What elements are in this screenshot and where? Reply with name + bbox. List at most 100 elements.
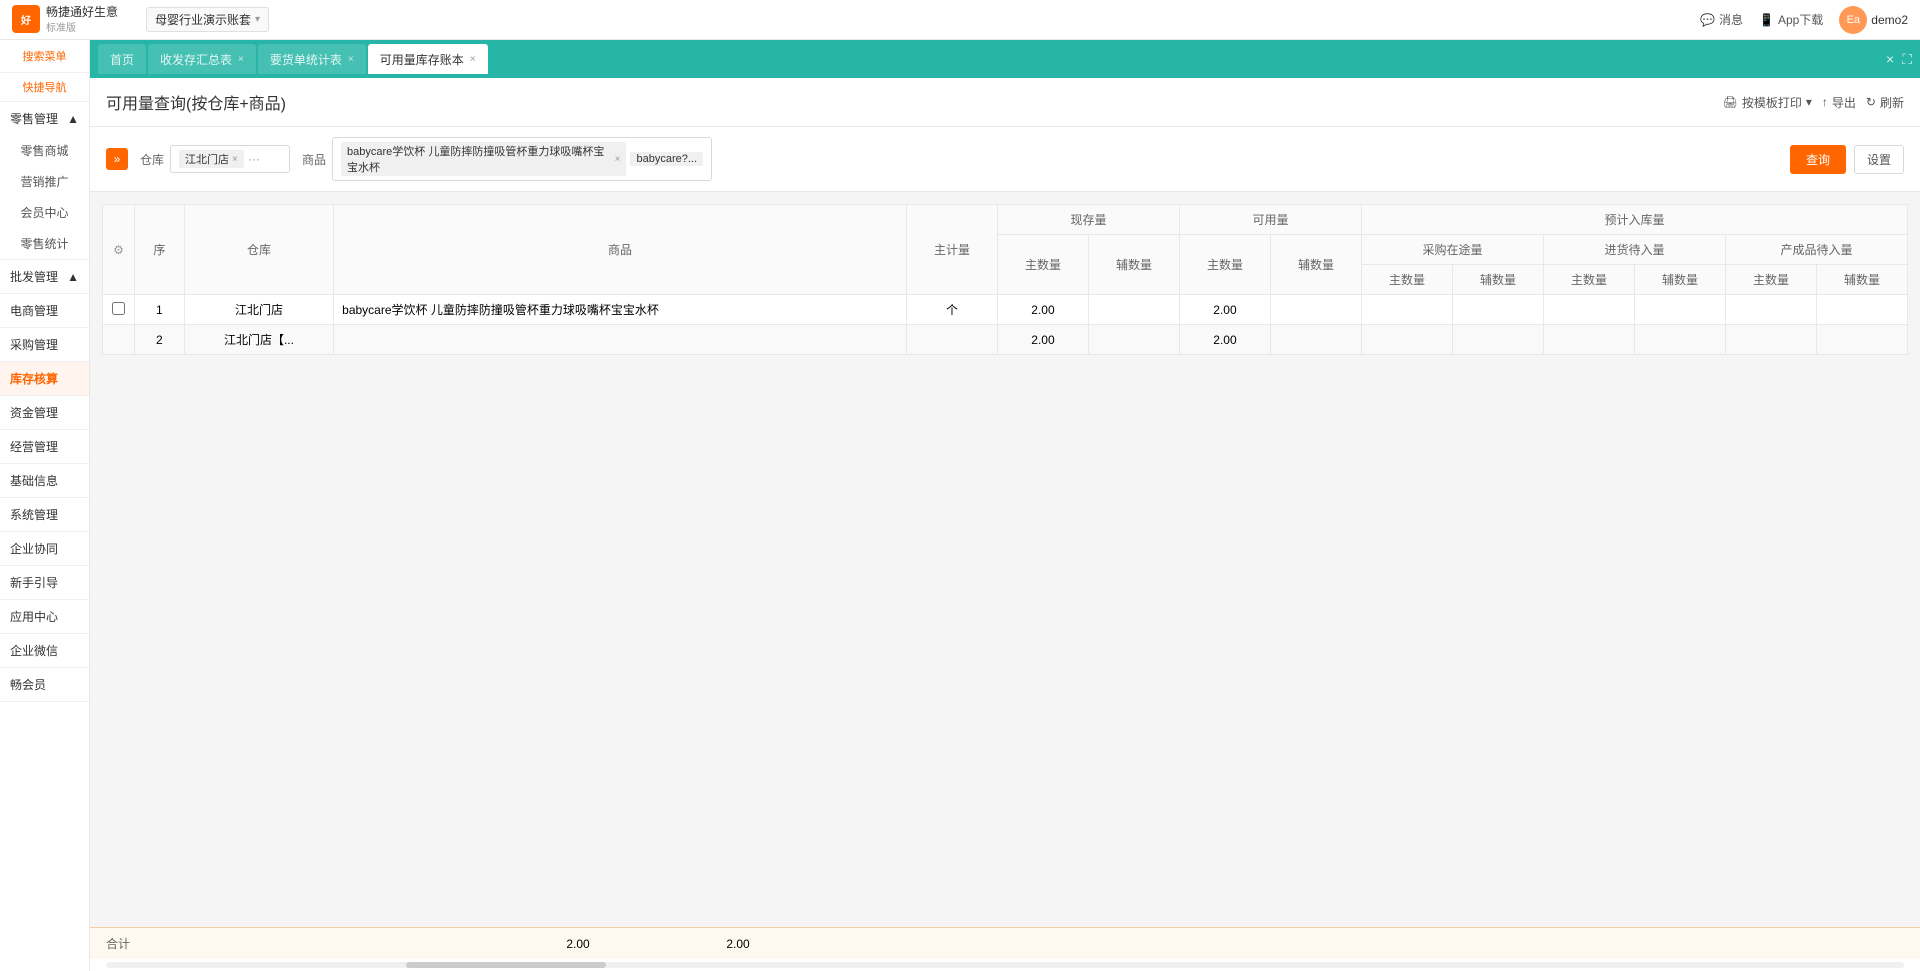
row1-unit: 个 — [906, 295, 997, 325]
sidebar-group-label-retail: 零售管理 — [10, 110, 58, 127]
sidebar-group-header-wechat[interactable]: 企业微信 — [0, 634, 89, 667]
sidebar-group-label-guide: 新手引导 — [10, 574, 58, 591]
print-label: 按模板打印 — [1742, 94, 1802, 111]
export-button[interactable]: ↑ 导出 — [1822, 94, 1856, 111]
column-settings-icon[interactable]: ⚙ — [113, 243, 124, 257]
sidebar-group-header-appstore[interactable]: 应用中心 — [0, 600, 89, 633]
sidebar-group-header-ecommerce[interactable]: 电商管理 — [0, 294, 89, 327]
tab-order-summary-close[interactable]: × — [348, 54, 354, 65]
refresh-button[interactable]: ↻ 刷新 — [1866, 94, 1904, 111]
row1-inbound-main — [1543, 295, 1634, 325]
message-label: 消息 — [1719, 11, 1743, 28]
sidebar-group-appstore: 应用中心 — [0, 600, 89, 634]
sidebar-group-header-wholesale[interactable]: 批发管理 ▲ — [0, 260, 89, 293]
th-stock-main: 主数量 — [997, 235, 1088, 295]
row2-avail-main: 2.00 — [1179, 325, 1270, 355]
sidebar-group-label-finance: 资金管理 — [10, 404, 58, 421]
tab-fullscreen-button[interactable]: ⛶ — [1902, 51, 1912, 68]
row1-finished-aux — [1816, 295, 1907, 325]
page-header: 可用量查询(按仓库+商品) 🖨 按模板打印 ▾ ↑ 导出 ↻ 刷新 — [90, 78, 1920, 127]
sidebar-group-header-finance[interactable]: 资金管理 — [0, 396, 89, 429]
product-tag-1-remove[interactable]: × — [615, 154, 621, 165]
sidebar-item-online-store[interactable]: 零售商城 — [0, 135, 89, 166]
app-download-button[interactable]: 📱 App下载 — [1759, 11, 1823, 28]
th-available: 可用量 — [1179, 205, 1361, 235]
tab-bar: 首页 收发存汇总表 × 要货单统计表 × 可用量库存账本 × × ⛶ — [90, 40, 1920, 78]
sidebar-group-header-basics[interactable]: 基础信息 — [0, 464, 89, 497]
tab-order-summary[interactable]: 要货单统计表 × — [258, 44, 366, 74]
sidebar-group-header-collaboration[interactable]: 企业协同 — [0, 532, 89, 565]
sidebar-group-wechat: 企业微信 — [0, 634, 89, 668]
sidebar-group-label-vip: 畅会员 — [10, 676, 46, 693]
sidebar-group-header-retail[interactable]: 零售管理 ▲ — [0, 102, 89, 135]
tenant-selector[interactable]: 母婴行业演示账套 ▾ — [146, 7, 269, 32]
user-profile[interactable]: Ea demo2 — [1839, 6, 1908, 34]
sidebar-group-header-vip[interactable]: 畅会员 — [0, 668, 89, 701]
filter-actions: 查询 设置 — [1790, 145, 1904, 174]
row1-no: 1 — [135, 295, 185, 325]
tab-income-summary-label: 收发存汇总表 — [160, 51, 232, 68]
sidebar-group-header-system[interactable]: 系统管理 — [0, 498, 89, 531]
row2-avail-aux — [1270, 325, 1361, 355]
sidebar-group-retail: 零售管理 ▲ 零售商城 营销推广 会员中心 零售统计 — [0, 102, 89, 260]
th-inbound-pending: 进货待入量 — [1543, 235, 1725, 265]
sidebar-group-finance: 资金管理 — [0, 396, 89, 430]
logo-text: 畅捷通好生意 — [46, 5, 118, 19]
sidebar-item-members[interactable]: 会员中心 — [0, 197, 89, 228]
warehouse-input[interactable]: 江北门店 × ··· — [170, 145, 290, 173]
row1-check[interactable] — [112, 302, 125, 315]
warehouse-more-icon[interactable]: ··· — [248, 152, 260, 166]
warehouse-filter-label: 仓库 — [140, 151, 164, 168]
tab-order-summary-label: 要货单统计表 — [270, 51, 342, 68]
row2-finished-main — [1725, 325, 1816, 355]
tab-home[interactable]: 首页 — [98, 44, 146, 74]
footer-avail-main: 2.00 — [698, 937, 778, 951]
logo: 好 畅捷通好生意 标准版 — [12, 5, 118, 34]
tab-available-stock-close[interactable]: × — [470, 54, 476, 65]
product-filter: 商品 babycare学饮杯 儿童防摔防撞吸管杯重力球吸嘴杯宝宝水杯 × bab… — [302, 137, 712, 181]
sidebar-group-header-guide[interactable]: 新手引导 — [0, 566, 89, 599]
warehouse-tag-value: 江北门店 — [185, 151, 229, 167]
print-button[interactable]: 🖨 按模板打印 ▾ — [1723, 94, 1812, 111]
tab-available-stock-label: 可用量库存账本 — [380, 51, 464, 68]
th-settings[interactable]: ⚙ — [103, 205, 135, 295]
tab-close-all-button[interactable]: × — [1886, 51, 1894, 67]
sidebar-group-purchase: 采购管理 — [0, 328, 89, 362]
th-stock-aux: 辅数量 — [1088, 235, 1179, 295]
table-row: 1 江北门店 babycare学饮杯 儿童防摔防撞吸管杯重力球吸嘴杯宝宝水杯 个… — [103, 295, 1908, 325]
tab-available-stock[interactable]: 可用量库存账本 × — [368, 44, 488, 74]
footer-stock-main: 2.00 — [538, 937, 618, 951]
tab-income-summary-close[interactable]: × — [238, 54, 244, 65]
th-planned-in: 预计入库量 — [1361, 205, 1907, 235]
sidebar-item-marketing[interactable]: 营销推广 — [0, 166, 89, 197]
scrollbar-thumb[interactable] — [406, 962, 606, 968]
settings-button[interactable]: 设置 — [1854, 145, 1904, 174]
sidebar-group-header-operations[interactable]: 经营管理 — [0, 430, 89, 463]
sidebar-quick-nav[interactable]: 快捷导航 — [0, 73, 89, 102]
export-label: 导出 — [1832, 94, 1856, 111]
chevron-down-icon: ▾ — [255, 14, 260, 25]
sidebar-group-header-inventory[interactable]: 库存核算 — [0, 362, 89, 395]
sidebar-group-vip: 畅会员 — [0, 668, 89, 702]
warehouse-tag: 江北门店 × — [179, 150, 244, 168]
sidebar-group-header-purchase[interactable]: 采购管理 — [0, 328, 89, 361]
th-current-stock: 现存量 — [997, 205, 1179, 235]
warehouse-tag-remove[interactable]: × — [232, 154, 238, 165]
sidebar-item-retail-stats[interactable]: 零售统计 — [0, 228, 89, 259]
th-warehouse: 仓库 — [184, 205, 333, 295]
sidebar-group-label-basics: 基础信息 — [10, 472, 58, 489]
app-icon: 📱 — [1759, 13, 1774, 27]
message-button[interactable]: 💬 消息 — [1700, 11, 1743, 28]
row1-checkbox[interactable] — [103, 295, 135, 325]
th-avail-aux: 辅数量 — [1270, 235, 1361, 295]
row2-inbound-aux — [1634, 325, 1725, 355]
th-pur-transit-main: 主数量 — [1361, 265, 1452, 295]
sidebar-search[interactable]: 搜索菜单 — [0, 40, 89, 73]
expand-filter-button[interactable]: » — [106, 148, 128, 170]
query-button[interactable]: 查询 — [1790, 145, 1846, 174]
sidebar-group-label-appstore: 应用中心 — [10, 608, 58, 625]
sidebar-group-label-operations: 经营管理 — [10, 438, 58, 455]
product-input[interactable]: babycare学饮杯 儿童防摔防撞吸管杯重力球吸嘴杯宝宝水杯 × babyca… — [332, 137, 712, 181]
tab-income-summary[interactable]: 收发存汇总表 × — [148, 44, 256, 74]
row2-checkbox[interactable] — [103, 325, 135, 355]
